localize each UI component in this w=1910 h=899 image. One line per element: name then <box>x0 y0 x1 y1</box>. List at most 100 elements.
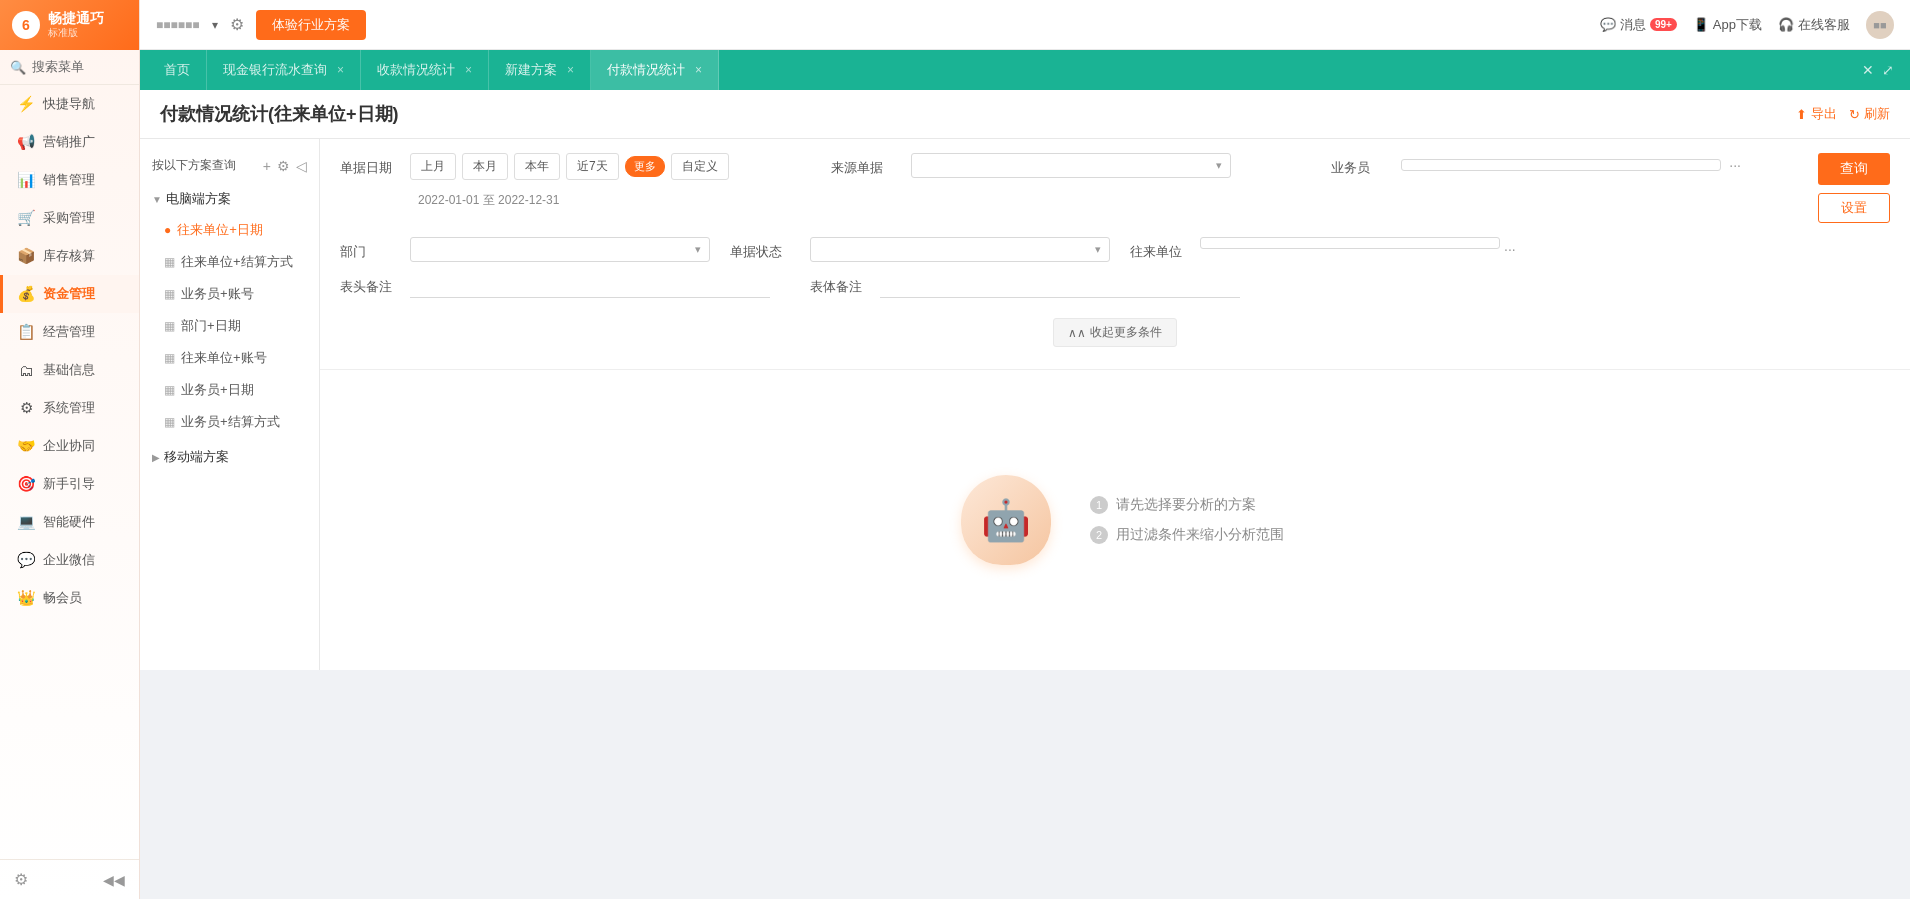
scheme-gear-icon[interactable]: ⚙ <box>277 158 290 174</box>
doc-status-label: 单据状态 <box>730 237 810 261</box>
date-btn-custom[interactable]: 自定义 <box>671 153 729 180</box>
scheme-salesperson-account[interactable]: ▦ 业务员+账号 <box>140 278 319 310</box>
date-btn-this-year[interactable]: 本年 <box>514 153 560 180</box>
sidebar-collapse-icon[interactable]: ◀◀ <box>103 872 125 888</box>
page-header: 付款情况统计(往来单位+日期) ⬆ 导出 ↻ 刷新 <box>140 90 1910 139</box>
page-title: 付款情况统计(往来单位+日期) <box>160 102 1796 126</box>
window-close-icon[interactable]: ✕ <box>1862 62 1874 78</box>
basic-info-icon: 🗂 <box>17 362 35 379</box>
sidebar-item-sales[interactable]: 📊 销售管理 <box>0 161 139 199</box>
date-btn-more[interactable]: 更多 <box>625 156 665 177</box>
collapse-row: ∧∧ 收起更多条件 <box>340 310 1890 355</box>
refresh-icon: ↻ <box>1849 107 1860 122</box>
message-icon: 💬 <box>1600 17 1616 32</box>
sidebar-nav: ⚡ 快捷导航 📢 营销推广 📊 销售管理 🛒 采购管理 📦 库存核算 💰 资金管… <box>0 85 139 859</box>
scheme-unit-settlement[interactable]: ▦ 往来单位+结算方式 <box>140 246 319 278</box>
sidebar-item-guide[interactable]: 🎯 新手引导 <box>0 465 139 503</box>
related-unit-select[interactable] <box>1200 237 1500 249</box>
page-actions: ⬆ 导出 ↻ 刷新 <box>1796 105 1890 123</box>
scheme-icon-2: ▦ <box>164 287 175 301</box>
online-service-action[interactable]: 🎧 在线客服 <box>1778 16 1850 34</box>
date-range-display: 2022-01-01 至 2022-12-31 <box>418 188 559 209</box>
sidebar: 6 畅捷通巧 标准版 🔍 搜索菜单 ⚡ 快捷导航 📢 营销推广 📊 销售管理 🛒… <box>0 0 140 899</box>
sidebar-item-capital[interactable]: 💰 资金管理 <box>0 275 139 313</box>
enterprise-icon: 🤝 <box>17 437 35 455</box>
tab-new-scheme[interactable]: 新建方案 × <box>489 50 591 90</box>
tab-payment-situation[interactable]: 付款情况统计 × <box>591 50 719 90</box>
sidebar-item-weixin[interactable]: 💬 企业微信 <box>0 541 139 579</box>
header-actions: 💬 消息 99+ 📱 App下载 🎧 在线客服 ■■ <box>1600 11 1894 39</box>
table-header-note-label: 表头备注 <box>340 272 410 296</box>
scheme-header: 按以下方案查询 + ⚙ ◁ <box>140 151 319 184</box>
source-doc-select[interactable]: ▾ <box>911 153 1231 178</box>
sidebar-item-marketing[interactable]: 📢 营销推广 <box>0 123 139 161</box>
message-action[interactable]: 💬 消息 99+ <box>1600 16 1677 34</box>
tab-home[interactable]: 首页 <box>148 50 207 90</box>
tab-payment-stats[interactable]: 收款情况统计 × <box>361 50 489 90</box>
sidebar-item-quick-nav[interactable]: ⚡ 快捷导航 <box>0 85 139 123</box>
scheme-dept-date[interactable]: ▦ 部门+日期 <box>140 310 319 342</box>
trial-button[interactable]: 体验行业方案 <box>256 10 366 40</box>
scheme-add-icon[interactable]: + <box>263 158 271 174</box>
collapse-button[interactable]: ∧∧ 收起更多条件 <box>1053 318 1177 347</box>
scheme-unit-account[interactable]: ▦ 往来单位+账号 <box>140 342 319 374</box>
export-button[interactable]: ⬆ 导出 <box>1796 105 1837 123</box>
settings-button[interactable]: 设置 <box>1818 193 1890 223</box>
sidebar-settings-icon[interactable]: ⚙ <box>14 870 28 889</box>
sidebar-item-purchase[interactable]: 🛒 采购管理 <box>0 199 139 237</box>
tab-close-payment-situation[interactable]: × <box>695 63 702 77</box>
related-unit-ellipsis[interactable]: ··· <box>1500 237 1520 261</box>
scheme-salesperson-settlement[interactable]: ▦ 业务员+结算方式 <box>140 406 319 438</box>
smart-hw-icon: 💻 <box>17 513 35 531</box>
main-area: ■■■■■■ ▾ ⚙ 体验行业方案 💬 消息 99+ 📱 App下载 🎧 在线客… <box>140 0 1910 899</box>
window-maximize-icon[interactable]: ⤢ <box>1882 62 1894 78</box>
salesperson-control: ··· <box>1401 153 1802 177</box>
mobile-group-arrow: ▶ <box>152 452 160 463</box>
sidebar-item-inventory[interactable]: 📦 库存核算 <box>0 237 139 275</box>
operation-icon: 📋 <box>17 323 35 341</box>
table-header-note-control <box>410 272 770 298</box>
header-gear-icon[interactable]: ⚙ <box>230 15 244 34</box>
filter-row-3: 表头备注 表体备注 <box>340 272 1890 298</box>
date-btn-last-7[interactable]: 近7天 <box>566 153 619 180</box>
tab-close-payment-stats[interactable]: × <box>465 63 472 77</box>
sidebar-search[interactable]: 🔍 搜索菜单 <box>0 50 139 85</box>
filter-panel: 单据日期 上月 本月 本年 近7天 更多 自定义 2022- <box>320 139 1910 370</box>
export-icon: ⬆ <box>1796 107 1807 122</box>
dept-select[interactable]: ▾ <box>410 237 710 262</box>
user-avatar[interactable]: ■■ <box>1866 11 1894 39</box>
dept-label: 部门 <box>340 237 410 261</box>
source-doc-control: ▾ <box>911 153 1312 178</box>
date-btn-this-month[interactable]: 本月 <box>462 153 508 180</box>
salesperson-select[interactable] <box>1401 159 1721 171</box>
table-header-note-input[interactable] <box>410 272 770 298</box>
sidebar-item-basic-info[interactable]: 🗂 基础信息 <box>0 351 139 389</box>
desktop-scheme-group[interactable]: ▼ 电脑端方案 <box>140 184 319 214</box>
scheme-unit-date[interactable]: ● 往来单位+日期 <box>140 214 319 246</box>
sidebar-item-smart-hw[interactable]: 💻 智能硬件 <box>0 503 139 541</box>
date-btn-last-month[interactable]: 上月 <box>410 153 456 180</box>
sidebar-item-member[interactable]: 👑 畅会员 <box>0 579 139 617</box>
sidebar-item-operation[interactable]: 📋 经营管理 <box>0 313 139 351</box>
inventory-icon: 📦 <box>17 247 35 265</box>
sidebar-item-system[interactable]: ⚙ 系统管理 <box>0 389 139 427</box>
tab-close-bank-flow[interactable]: × <box>337 63 344 77</box>
sidebar-item-enterprise[interactable]: 🤝 企业协同 <box>0 427 139 465</box>
tab-bank-flow[interactable]: 现金银行流水查询 × <box>207 50 361 90</box>
header-company-name: ■■■■■■ <box>156 18 200 32</box>
refresh-button[interactable]: ↻ 刷新 <box>1849 105 1890 123</box>
mobile-scheme-group[interactable]: ▶ 移动端方案 <box>140 442 319 472</box>
query-button[interactable]: 查询 <box>1818 153 1890 185</box>
scheme-collapse-icon[interactable]: ◁ <box>296 158 307 174</box>
header-dropdown-icon[interactable]: ▾ <box>212 18 218 32</box>
app-download-action[interactable]: 📱 App下载 <box>1693 16 1762 34</box>
tab-close-new-scheme[interactable]: × <box>567 63 574 77</box>
table-body-note-input[interactable] <box>880 272 1240 298</box>
doc-status-select[interactable]: ▾ <box>810 237 1110 262</box>
collapse-icon: ∧∧ <box>1068 326 1086 340</box>
salesperson-ellipsis[interactable]: ··· <box>1725 153 1745 177</box>
scheme-icon-1: ▦ <box>164 255 175 269</box>
phone-icon: 📱 <box>1693 17 1709 32</box>
scheme-salesperson-date[interactable]: ▦ 业务员+日期 <box>140 374 319 406</box>
scheme-icon-5: ▦ <box>164 383 175 397</box>
